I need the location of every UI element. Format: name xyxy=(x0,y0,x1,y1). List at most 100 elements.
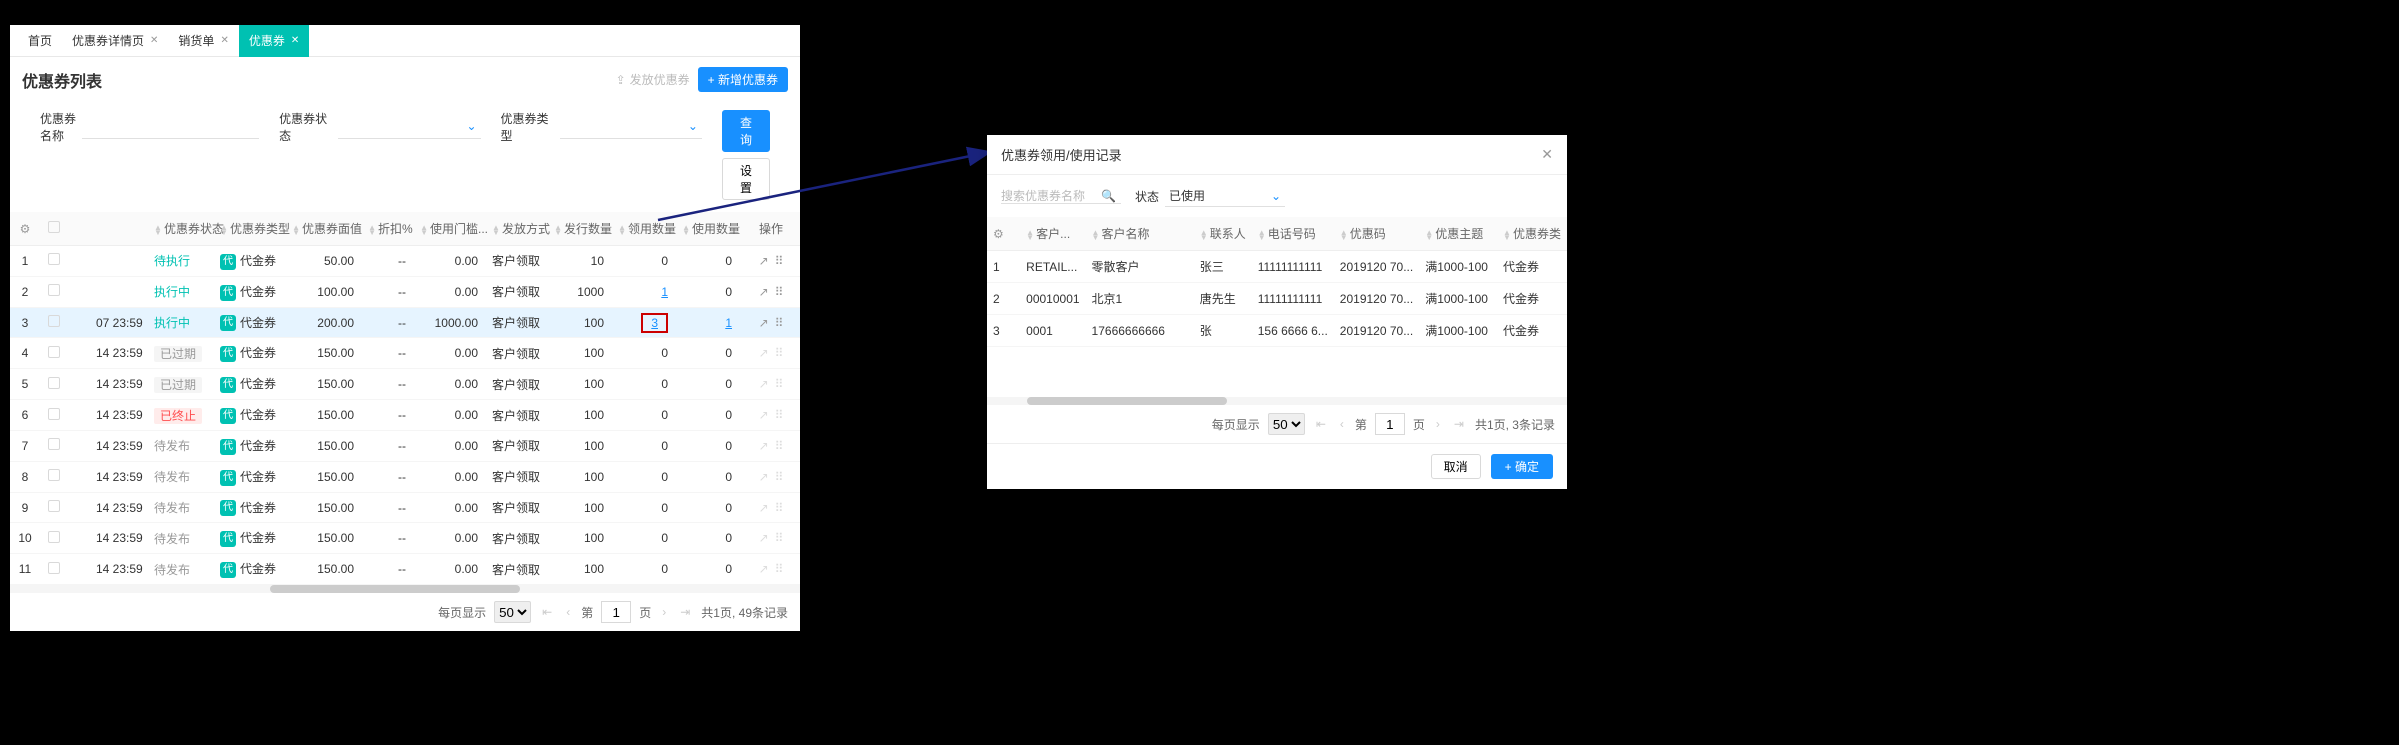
sort-icon[interactable]: ▲▼ xyxy=(492,225,500,235)
row-checkbox[interactable] xyxy=(48,315,60,327)
table-row[interactable]: 2执行中代代金券100.00--0.00客户领取100010↗⠿ xyxy=(10,276,800,307)
qrcode-icon[interactable]: ⠿ xyxy=(775,316,784,330)
coupon-table: ⚙ ▲▼优惠券状态 ▲▼优惠券类型 ▲▼优惠券面值 ▲▼折扣% ▲▼使用门槛..… xyxy=(10,212,800,585)
share-icon[interactable]: ↗ xyxy=(759,316,769,330)
sort-icon[interactable]: ▲▼ xyxy=(618,225,626,235)
checkbox-all[interactable] xyxy=(48,221,60,233)
chevron-down-icon: ⌄ xyxy=(466,119,476,133)
sort-icon[interactable]: ▲▼ xyxy=(154,225,162,235)
page-input[interactable] xyxy=(1375,413,1405,435)
sort-icon[interactable]: ▲▼ xyxy=(1200,230,1208,240)
table-row[interactable]: 3000117666666666张156 6666 6...2019120 70… xyxy=(987,315,1567,347)
type-select[interactable]: ⌄ xyxy=(560,115,702,139)
table-row[interactable]: 614 23:59已终止代代金券150.00--0.00客户领取10000↗⠿ xyxy=(10,400,800,431)
row-checkbox[interactable] xyxy=(48,284,60,296)
page-input[interactable] xyxy=(601,601,631,623)
gear-icon[interactable]: ⚙ xyxy=(20,222,31,236)
close-icon[interactable]: ✕ xyxy=(291,35,299,46)
table-row[interactable]: 914 23:59待发布代代金券150.00--0.00客户领取10000↗⠿ xyxy=(10,492,800,523)
share-icon[interactable]: ↗ xyxy=(759,254,769,268)
share-icon: ↗ xyxy=(759,531,769,545)
state-label: 状态 xyxy=(1135,188,1159,205)
sort-icon[interactable]: ▲▼ xyxy=(292,225,300,235)
type-badge-icon: 代 xyxy=(220,439,236,455)
page-first-icon[interactable]: ⇤ xyxy=(1313,417,1329,431)
sort-icon[interactable]: ▲▼ xyxy=(1425,230,1433,240)
table-row[interactable]: 514 23:59已过期代代金券150.00--0.00客户领取10000↗⠿ xyxy=(10,369,800,400)
table-row[interactable]: 200010001北京1唐先生111111111112019120 70...满… xyxy=(987,283,1567,315)
tab-coupon[interactable]: 优惠券✕ xyxy=(239,25,309,57)
row-checkbox[interactable] xyxy=(48,377,60,389)
qrcode-icon: ⠿ xyxy=(775,470,784,484)
sort-icon[interactable]: ▲▼ xyxy=(1026,230,1034,240)
coupon-name-input[interactable] xyxy=(82,115,259,139)
chevron-down-icon: ⌄ xyxy=(688,119,698,133)
share-icon[interactable]: ↗ xyxy=(759,285,769,299)
tab-detail[interactable]: 优惠券详情页✕ xyxy=(62,25,168,57)
perpage-select[interactable]: 50 xyxy=(494,601,531,623)
qrcode-icon[interactable]: ⠿ xyxy=(775,254,784,268)
row-checkbox[interactable] xyxy=(48,253,60,265)
search-icon[interactable]: 🔍 xyxy=(1101,189,1116,203)
close-icon[interactable]: ✕ xyxy=(220,35,228,46)
close-icon[interactable]: ✕ xyxy=(150,35,158,46)
qrcode-icon: ⠿ xyxy=(775,346,784,360)
row-checkbox[interactable] xyxy=(48,346,60,358)
modal-pagination: 每页显示 50 ⇤ ‹ 第 页 › ⇥ 共1页, 3条记录 xyxy=(987,405,1567,443)
gear-icon[interactable]: ⚙ xyxy=(993,227,1004,241)
sort-icon[interactable]: ▲▼ xyxy=(420,225,428,235)
claim-link[interactable]: 1 xyxy=(661,285,668,299)
row-checkbox[interactable] xyxy=(48,500,60,512)
sort-icon[interactable]: ▲▼ xyxy=(1503,230,1511,240)
claim-link[interactable]: 3 xyxy=(641,313,668,333)
sort-icon[interactable]: ▲▼ xyxy=(554,225,562,235)
sort-icon[interactable]: ▲▼ xyxy=(1340,230,1348,240)
row-checkbox[interactable] xyxy=(48,469,60,481)
page-next-icon[interactable]: › xyxy=(1433,417,1443,431)
send-icon: ⇪ xyxy=(616,73,626,87)
status-select[interactable]: ⌄ xyxy=(338,115,480,139)
perpage-select[interactable]: 50 xyxy=(1268,413,1305,435)
table-row[interactable]: 1114 23:59待发布代代金券150.00--0.00客户领取10000↗⠿ xyxy=(10,554,800,585)
page-next-icon[interactable]: › xyxy=(659,605,669,619)
table-row[interactable]: 414 23:59已过期代代金券150.00--0.00客户领取10000↗⠿ xyxy=(10,338,800,369)
search-button[interactable]: 查询 xyxy=(722,110,770,152)
row-checkbox[interactable] xyxy=(48,408,60,420)
tab-home[interactable]: 首页 xyxy=(18,25,62,57)
page-last-icon[interactable]: ⇥ xyxy=(1451,417,1467,431)
sort-icon[interactable]: ▲▼ xyxy=(220,225,228,235)
status-badge: 执行中 xyxy=(154,316,190,330)
table-row[interactable]: 714 23:59待发布代代金券150.00--0.00客户领取10000↗⠿ xyxy=(10,430,800,461)
close-icon[interactable]: ✕ xyxy=(1541,146,1553,163)
qrcode-icon[interactable]: ⠿ xyxy=(775,285,784,299)
sort-icon[interactable]: ▲▼ xyxy=(1258,230,1266,240)
type-badge-icon: 代 xyxy=(220,408,236,424)
table-row[interactable]: 307 23:59执行中代代金券200.00--1000.00客户领取10031… xyxy=(10,307,800,338)
tab-sales[interactable]: 销货单✕ xyxy=(168,25,238,57)
page-first-icon[interactable]: ⇤ xyxy=(539,605,555,619)
cancel-button[interactable]: 取消 xyxy=(1431,454,1481,479)
page-prev-icon[interactable]: ‹ xyxy=(1337,417,1347,431)
add-coupon-button[interactable]: 新增优惠券 xyxy=(698,67,788,92)
horizontal-scrollbar[interactable] xyxy=(987,397,1567,405)
table-row[interactable]: 1RETAIL...零散客户张三111111111112019120 70...… xyxy=(987,251,1567,283)
state-select[interactable]: 已使用 ⌄ xyxy=(1165,185,1285,207)
table-row[interactable]: 1014 23:59待发布代代金券150.00--0.00客户领取10000↗⠿ xyxy=(10,523,800,554)
table-row[interactable]: 1待执行代代金券50.00--0.00客户领取1000↗⠿ xyxy=(10,246,800,277)
horizontal-scrollbar[interactable] xyxy=(10,585,800,593)
use-link[interactable]: 1 xyxy=(725,316,732,330)
table-row[interactable]: 814 23:59待发布代代金券150.00--0.00客户领取10000↗⠿ xyxy=(10,461,800,492)
row-checkbox[interactable] xyxy=(48,531,60,543)
settings-button[interactable]: 设置 xyxy=(722,158,770,200)
sort-icon[interactable]: ▲▼ xyxy=(368,225,376,235)
sort-icon[interactable]: ▲▼ xyxy=(682,225,690,235)
type-badge-icon: 代 xyxy=(220,562,236,578)
sort-icon[interactable]: ▲▼ xyxy=(1092,230,1100,240)
row-checkbox[interactable] xyxy=(48,438,60,450)
coupon-search-input[interactable] xyxy=(1001,189,1101,203)
ok-button[interactable]: 确定 xyxy=(1491,454,1553,479)
page-prev-icon[interactable]: ‹ xyxy=(563,605,573,619)
row-checkbox[interactable] xyxy=(48,562,60,574)
records-table: ⚙ ▲▼客户... ▲▼客户名称 ▲▼联系人 ▲▼电话号码 ▲▼优惠码 ▲▼优惠… xyxy=(987,217,1567,347)
page-last-icon[interactable]: ⇥ xyxy=(677,605,693,619)
